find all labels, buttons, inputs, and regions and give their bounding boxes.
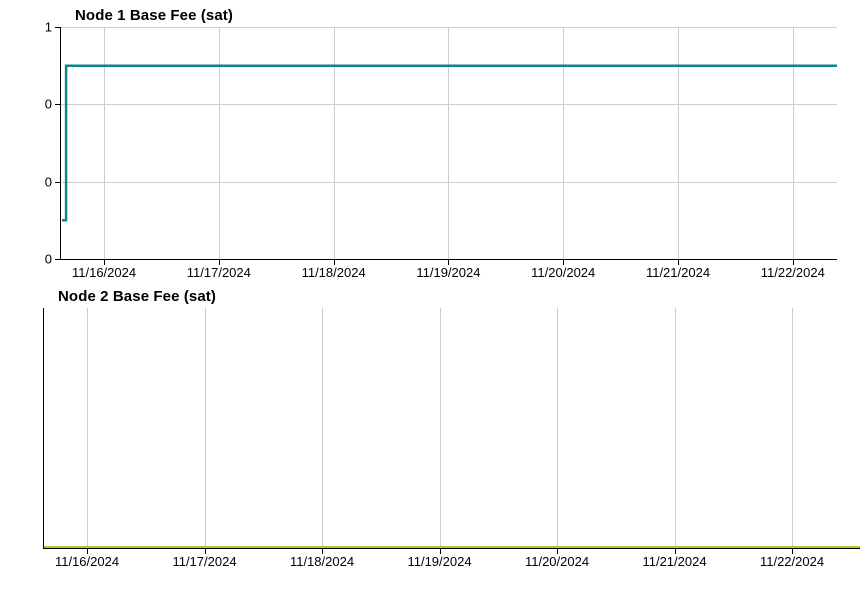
x-tick-label: 11/19/2024 (416, 265, 481, 280)
series-line (62, 64, 837, 222)
x-tick-label: 11/19/2024 (407, 554, 472, 569)
x-tick-label: 11/21/2024 (645, 265, 711, 280)
y-tick-mark (55, 259, 61, 260)
x-tick-label: 11/21/2024 (642, 554, 707, 569)
chart-title-node2: Node 2 Base Fee (sat) (58, 288, 216, 305)
series-layer (62, 64, 837, 222)
node1-base-fee-plot-area[interactable]: 11/16/2024 11/17/2024 11/18/2024 11/19/2024… (45, 20, 837, 280)
x-tick-label: 11/20/2024 (531, 265, 596, 280)
chart-title-node1: Node 1 Base Fee (sat) (75, 7, 233, 24)
y-tick-label: 0 (44, 174, 52, 190)
y-tick-label: 1 (44, 19, 52, 35)
series-layer (44, 546, 860, 548)
x-tick-label: 11/16/2024 (54, 554, 120, 569)
y-tick-label: 0 (44, 96, 52, 112)
node2-base-fee-plot-area[interactable]: 11/16/2024 11/17/2024 11/18/2024 11/19/2024… (43, 308, 860, 569)
x-tick-label: 11/16/2024 (71, 265, 137, 280)
x-tick-label: 11/18/2024 (301, 265, 366, 280)
x-tick-label: 11/22/2024 (760, 265, 825, 280)
x-tick-label: 11/20/2024 (524, 554, 590, 569)
x-tick-label: 11/17/2024 (172, 554, 237, 569)
x-tick-label: 11/18/2024 (289, 554, 355, 569)
y-tick-label: 0 (44, 251, 52, 267)
x-tick-label: 11/22/2024 (759, 554, 825, 569)
base-fee-charts-page: Node 1 Base Fee (sat) 11/16/2024 11/17/20… (0, 0, 860, 600)
x-tick-label: 11/17/2024 (186, 265, 251, 280)
